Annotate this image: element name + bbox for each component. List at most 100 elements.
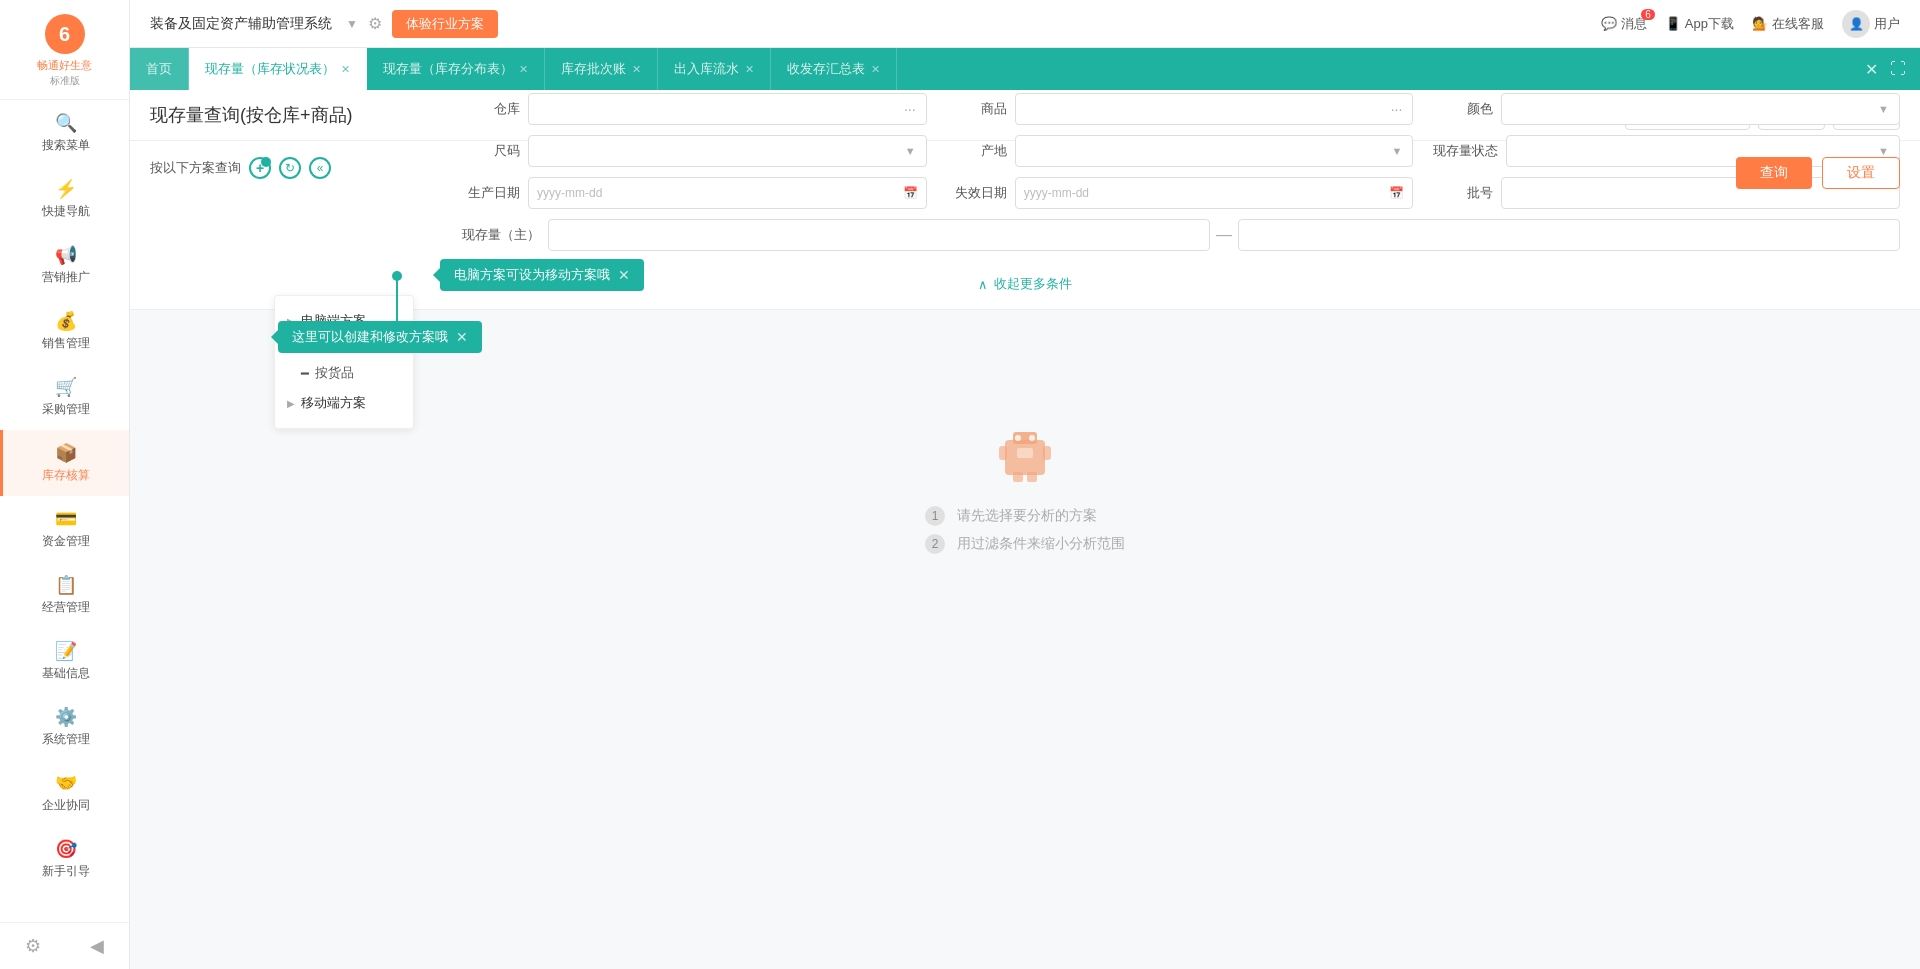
- sidebar-item-label: 新手引导: [42, 863, 90, 880]
- tab-receive-summary-close[interactable]: ✕: [871, 63, 880, 76]
- tab-stock-status[interactable]: 现存量（库存状况表） ✕: [189, 48, 367, 90]
- goods-input[interactable]: ···: [1015, 93, 1414, 125]
- sidebar-item-enterprise[interactable]: 🤝 企业协同: [0, 760, 129, 826]
- goods-label: 商品: [947, 100, 1007, 118]
- size-input[interactable]: ▼: [528, 135, 927, 167]
- tab-stock-dist-close[interactable]: ✕: [519, 63, 528, 76]
- expire-date-calendar-icon[interactable]: 📅: [1389, 186, 1404, 200]
- origin-input[interactable]: ▼: [1015, 135, 1414, 167]
- tooltip2-close-btn[interactable]: ✕: [456, 329, 468, 345]
- color-input[interactable]: ▼: [1501, 93, 1900, 125]
- stock-qty-min-input[interactable]: [548, 219, 1210, 251]
- message-btn[interactable]: 💬 消息 6: [1601, 15, 1647, 33]
- service-icon: 💁: [1752, 16, 1768, 31]
- filter-row3: 生产日期 yyyy-mm-dd 📅 失效日期 yyyy-mm-dd 📅: [460, 177, 1900, 209]
- size-label: 尺码: [460, 142, 520, 160]
- tab-batch-account-label: 库存批次账: [561, 60, 626, 78]
- collapse-label: 收起更多条件: [994, 275, 1072, 293]
- collapse-sidebar-btn[interactable]: ◀: [90, 935, 104, 957]
- tab-batch-account-close[interactable]: ✕: [632, 63, 641, 76]
- sidebar-item-quick-nav[interactable]: ⚡ 快捷导航: [0, 166, 129, 232]
- sidebar-item-label: 企业协同: [42, 797, 90, 814]
- purchase-icon: 🛒: [55, 376, 77, 398]
- tab-home[interactable]: 首页: [130, 48, 189, 90]
- sidebar-item-label: 采购管理: [42, 401, 90, 418]
- system-dropdown-icon[interactable]: ▼: [346, 17, 358, 31]
- experience-btn[interactable]: 体验行业方案: [392, 10, 498, 38]
- warehouse-dots[interactable]: ···: [904, 101, 916, 117]
- user-avatar: 👤: [1842, 10, 1870, 38]
- tab-stock-status-label: 现存量（库存状况表）: [205, 60, 335, 78]
- tab-receive-summary[interactable]: 收发存汇总表 ✕: [771, 48, 897, 90]
- phone-icon: 📱: [1665, 16, 1681, 31]
- settings-bottom-btn[interactable]: ⚙: [25, 935, 41, 957]
- sidebar-item-inventory[interactable]: 📦 库存核算: [0, 430, 129, 496]
- sidebar-item-purchase[interactable]: 🛒 采购管理: [0, 364, 129, 430]
- tab-stock-status-close[interactable]: ✕: [341, 63, 350, 76]
- sidebar-item-marketing[interactable]: 📢 营销推广: [0, 232, 129, 298]
- schema-mobile[interactable]: ▶ 移动端方案: [287, 390, 397, 416]
- schema-desktop-item2[interactable]: ━ 按货品: [301, 360, 397, 386]
- sidebar-item-guide[interactable]: 🎯 新手引导: [0, 826, 129, 892]
- header-gear-btn[interactable]: ⚙: [368, 14, 382, 33]
- tab-bar-actions: ✕ ⛶: [1861, 56, 1920, 83]
- tab-inout-flow[interactable]: 出入库流水 ✕: [658, 48, 771, 90]
- tab-batch-account[interactable]: 库存批次账 ✕: [545, 48, 658, 90]
- sidebar-item-basic[interactable]: 📝 基础信息: [0, 628, 129, 694]
- empty-illustration: [985, 410, 1065, 490]
- marketing-icon: 📢: [55, 244, 77, 266]
- tab-fullscreen-btn[interactable]: ⛶: [1886, 56, 1910, 82]
- service-btn[interactable]: 💁 在线客服: [1752, 15, 1824, 33]
- filter-field-prod-date: 生产日期 yyyy-mm-dd 📅: [460, 177, 927, 209]
- user-btn[interactable]: 👤 用户: [1842, 10, 1900, 38]
- origin-label: 产地: [947, 142, 1007, 160]
- range-separator: —: [1216, 226, 1232, 244]
- expire-date-label: 失效日期: [947, 184, 1007, 202]
- filter-field-color: 颜色 ▼: [1433, 93, 1900, 125]
- filter-field-goods: 商品 ···: [947, 93, 1414, 125]
- inventory-icon: 📦: [55, 442, 77, 464]
- sidebar-item-label: 快捷导航: [42, 203, 90, 220]
- collapse-filter-btn[interactable]: ∧ 收起更多条件: [150, 265, 1900, 293]
- goods-dots[interactable]: ···: [1391, 101, 1403, 117]
- query-btn[interactable]: 查询: [1736, 157, 1812, 189]
- prod-date-label: 生产日期: [460, 184, 520, 202]
- size-dropdown-icon: ▼: [905, 145, 916, 157]
- filter-add-btn[interactable]: +: [249, 157, 271, 179]
- filter-field-size: 尺码 ▼: [460, 135, 927, 167]
- tab-inout-flow-label: 出入库流水: [674, 60, 739, 78]
- enterprise-icon: 🤝: [55, 772, 77, 794]
- sidebar-bottom: ⚙ ◀: [0, 922, 129, 969]
- expire-date-input[interactable]: yyyy-mm-dd 📅: [1015, 177, 1414, 209]
- sidebar-item-sales[interactable]: 💰 销售管理: [0, 298, 129, 364]
- sidebar-item-search[interactable]: 🔍 搜索菜单: [0, 100, 129, 166]
- warehouse-input[interactable]: ···: [528, 93, 927, 125]
- tab-stock-dist[interactable]: 现存量（库存分布表） ✕: [367, 48, 545, 90]
- prod-date-calendar-icon[interactable]: 📅: [903, 186, 918, 200]
- schema-dropdown: ▶ 电脑端方案 ━ 按货品 ━ 按货品 ▶: [274, 295, 414, 429]
- tab-receive-summary-label: 收发存汇总表: [787, 60, 865, 78]
- system-name: 装备及固定资产辅助管理系统: [150, 15, 332, 33]
- filter-cycle-btn[interactable]: ↻: [279, 157, 301, 179]
- tooltip1-close-btn[interactable]: ✕: [618, 267, 630, 283]
- filter-field-warehouse: 仓库 ···: [460, 93, 927, 125]
- tab-close-all-btn[interactable]: ✕: [1861, 56, 1882, 83]
- sidebar-item-system[interactable]: ⚙️ 系统管理: [0, 694, 129, 760]
- filter-arrow-btn[interactable]: «: [309, 157, 331, 179]
- prod-date-input[interactable]: yyyy-mm-dd 📅: [528, 177, 927, 209]
- service-label: 在线客服: [1772, 15, 1824, 33]
- set-btn[interactable]: 设置: [1822, 157, 1900, 189]
- tooltip2-text: 这里可以创建和修改方案哦: [292, 328, 448, 346]
- sales-icon: 💰: [55, 310, 77, 332]
- sidebar-item-finance[interactable]: 💳 资金管理: [0, 496, 129, 562]
- app-download-btn[interactable]: 📱 App下载: [1665, 15, 1734, 33]
- filter-row2: 尺码 ▼ 产地 ▼ 现存量状态: [460, 135, 1900, 167]
- stock-qty-max-input[interactable]: [1238, 219, 1900, 251]
- quick-nav-icon: ⚡: [55, 178, 77, 200]
- sidebar-item-operations[interactable]: 📋 经营管理: [0, 562, 129, 628]
- tab-inout-flow-close[interactable]: ✕: [745, 63, 754, 76]
- batch-no-label: 批号: [1433, 184, 1493, 202]
- logo-text: 畅通好生意 标准版: [37, 58, 92, 89]
- finance-icon: 💳: [55, 508, 77, 530]
- prod-date-placeholder: yyyy-mm-dd: [537, 186, 602, 200]
